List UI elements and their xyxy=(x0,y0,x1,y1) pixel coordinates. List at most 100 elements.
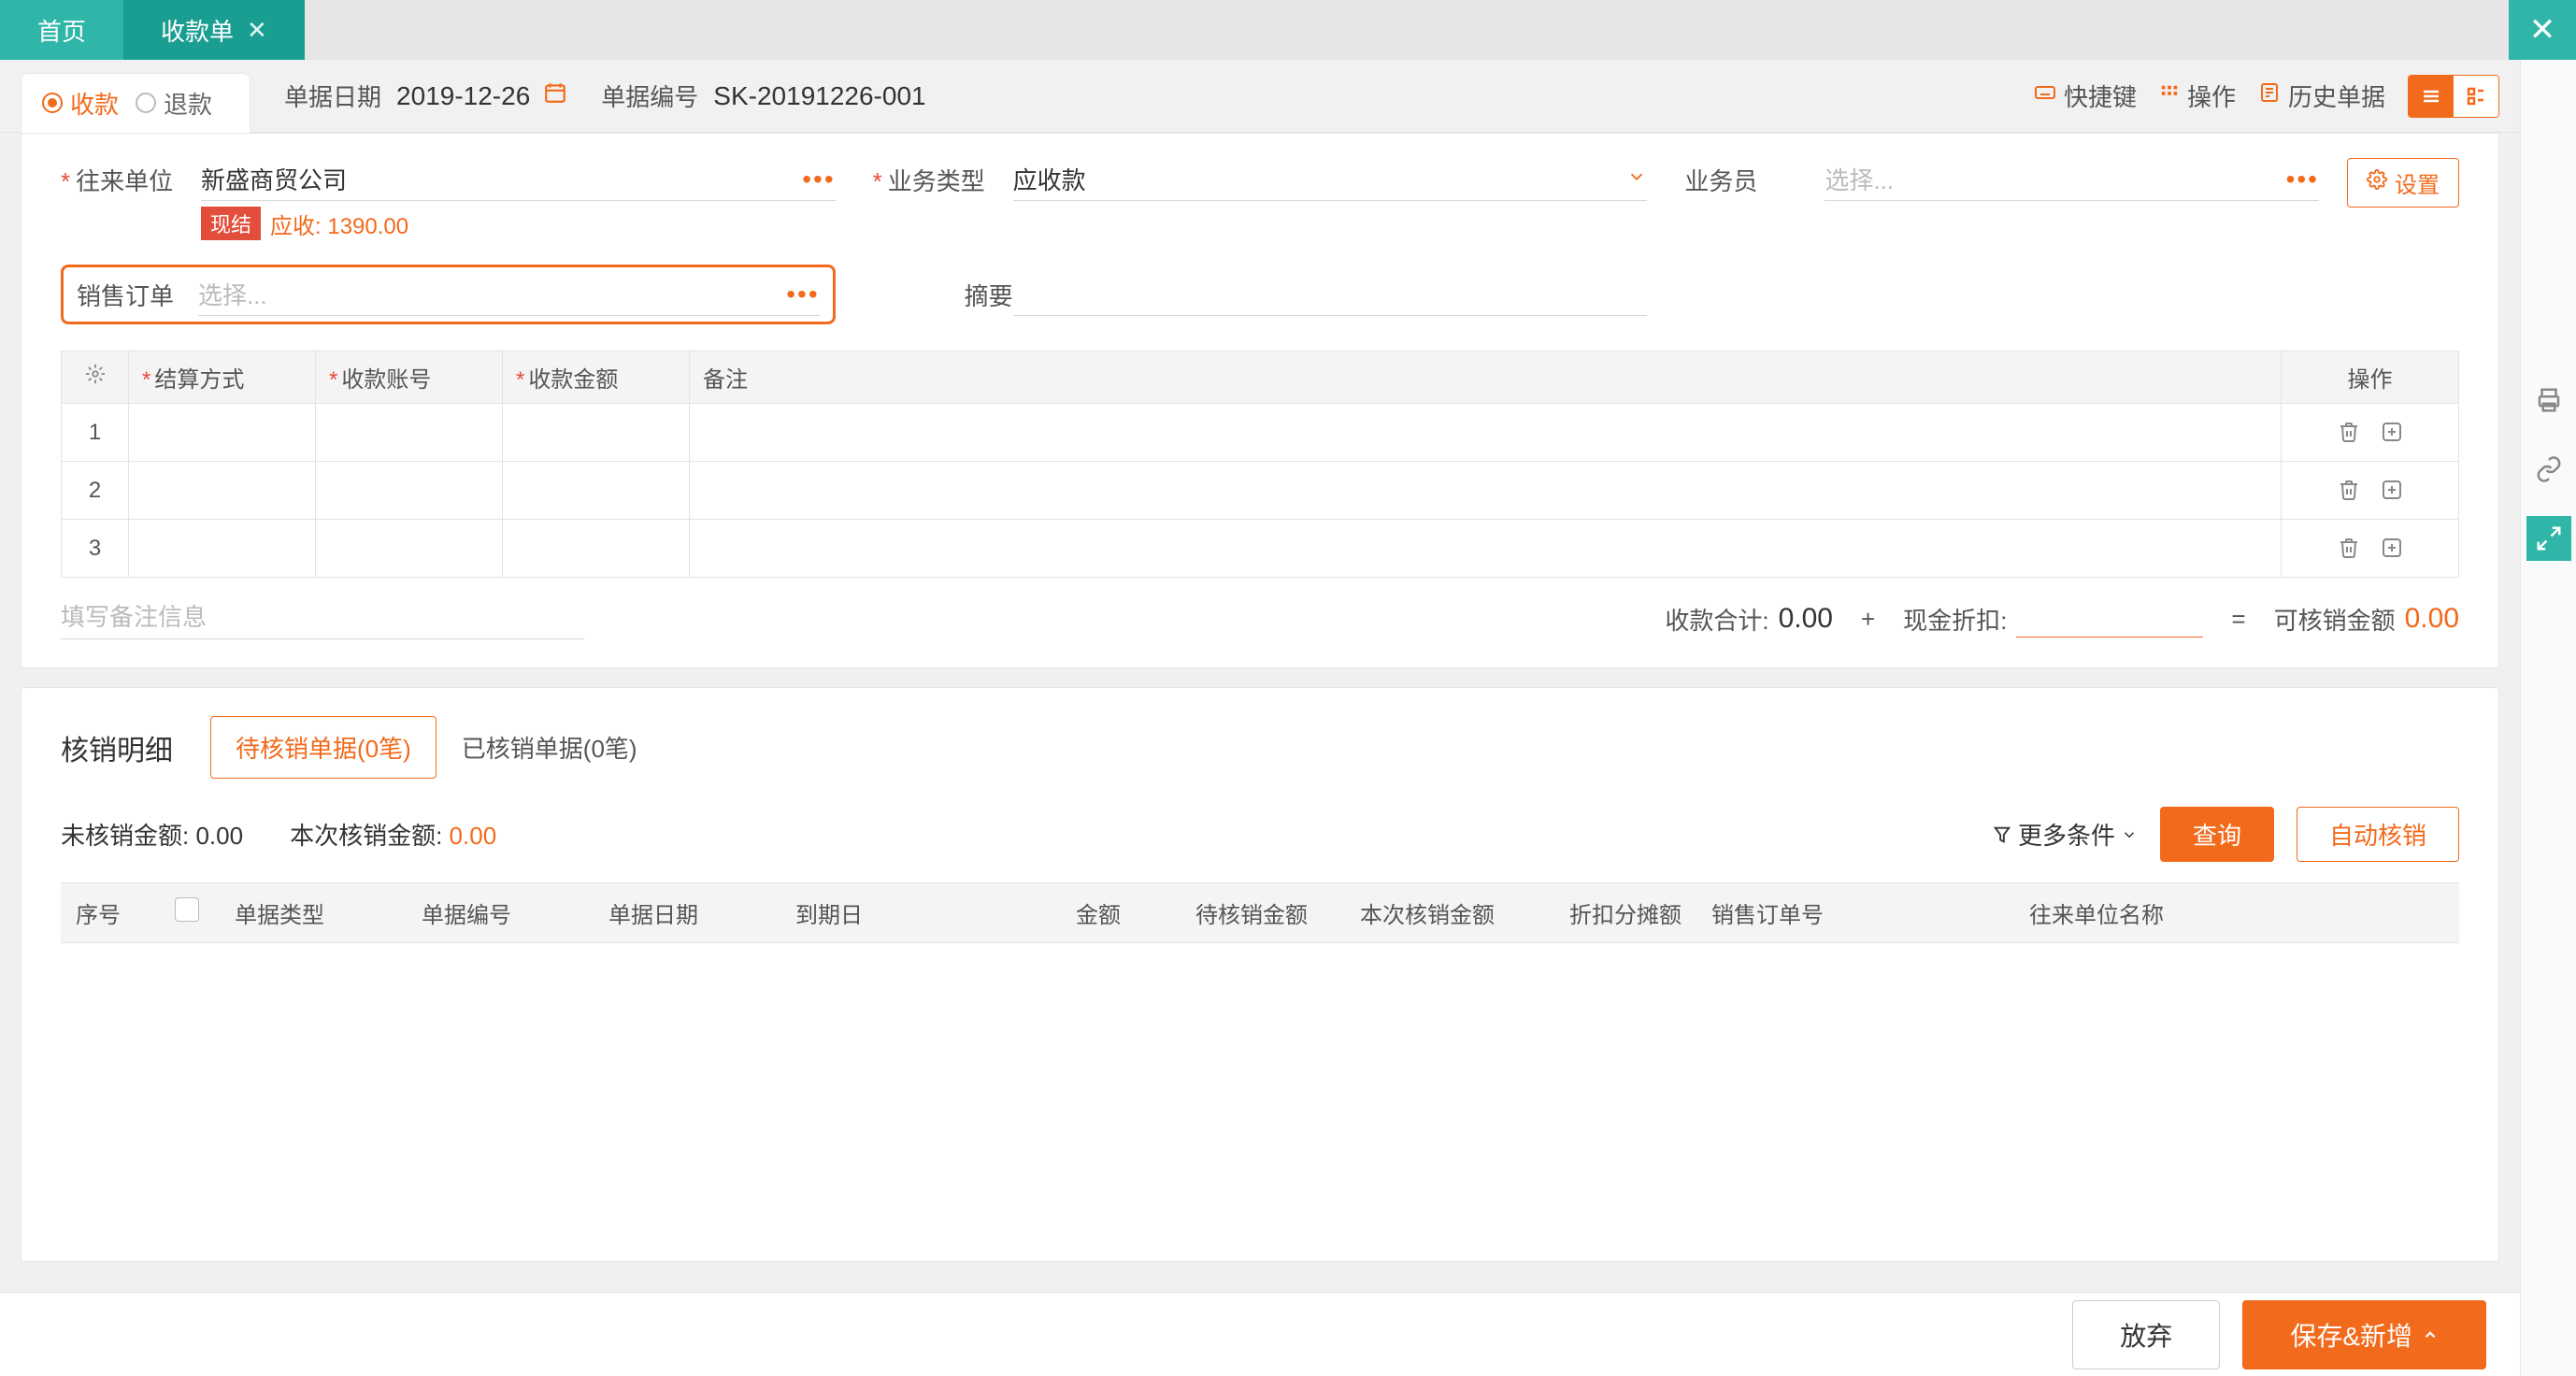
ellipsis-icon[interactable]: ••• xyxy=(786,280,819,309)
doc-date-value[interactable]: 2019-12-26 xyxy=(396,81,530,111)
radio-refund[interactable]: 退款 xyxy=(136,86,212,121)
view-card-button[interactable] xyxy=(2454,76,2498,117)
ver-tab-done[interactable]: 已核销单据(0笔) xyxy=(436,716,663,779)
col-seq[interactable]: 序号 xyxy=(61,883,154,943)
delete-row-icon[interactable] xyxy=(2333,532,2365,564)
cell-method[interactable] xyxy=(129,520,316,578)
this-verify-label: 本次核销金额: xyxy=(290,822,442,850)
col-no[interactable]: 单据编号 xyxy=(407,883,594,943)
cell-amount[interactable] xyxy=(503,520,690,578)
auto-verify-button[interactable]: 自动核销 xyxy=(2297,807,2459,862)
customer-field: 往来单位 新盛商贸公司 ••• xyxy=(61,158,836,201)
col-discount-share[interactable]: 折扣分摊额 xyxy=(1510,883,1696,943)
total-value: 0.00 xyxy=(1779,603,1833,635)
this-verify-value: 0.00 xyxy=(450,822,497,850)
right-rail xyxy=(2520,60,2576,1376)
cell-amount[interactable] xyxy=(503,462,690,520)
note-input[interactable]: 填写备注信息 xyxy=(61,598,584,639)
col-sales-order-no[interactable]: 销售订单号 xyxy=(1696,883,2014,943)
column-gear[interactable] xyxy=(62,351,129,404)
settings-button[interactable]: 设置 xyxy=(2347,158,2459,208)
history-link[interactable]: 历史单据 xyxy=(2258,79,2385,113)
ellipsis-icon[interactable]: ••• xyxy=(802,165,835,194)
row-index: 1 xyxy=(62,404,129,462)
col-checkbox[interactable] xyxy=(154,883,220,943)
query-button[interactable]: 查询 xyxy=(2160,807,2274,862)
sales-order-field-highlight: 销售订单 选择... ••• xyxy=(61,265,836,324)
expand-icon[interactable] xyxy=(2526,516,2571,561)
biz-type-select[interactable]: 应收款 xyxy=(1013,158,1648,201)
print-icon[interactable] xyxy=(2526,378,2571,423)
result-value: 0.00 xyxy=(2405,603,2459,635)
cell-account[interactable] xyxy=(316,462,503,520)
window-close-button[interactable]: ✕ xyxy=(2509,0,2576,60)
view-list-button[interactable] xyxy=(2409,76,2454,117)
cell-ops xyxy=(2282,520,2459,578)
unverified-amount: 未核销金额: 0.00 xyxy=(61,817,243,852)
view-toggle xyxy=(2408,75,2499,118)
document-header-bar: 收款 退款 单据日期 2019-12-26 单据编号 SK-20191226-0… xyxy=(0,60,2520,133)
doc-number-label: 单据编号 xyxy=(601,79,698,113)
keyboard-icon xyxy=(2034,81,2056,110)
verification-empty-body xyxy=(61,943,2459,1242)
cell-remark[interactable] xyxy=(690,462,2282,520)
sales-order-input[interactable]: 选择... ••• xyxy=(198,273,820,316)
salesman-placeholder: 选择... xyxy=(1825,162,1894,196)
biz-type-value: 应收款 xyxy=(1013,162,1086,196)
salesman-input[interactable]: 选择... ••• xyxy=(1825,158,2319,201)
col-pending[interactable]: 待核销金额 xyxy=(1136,883,1323,943)
add-row-icon[interactable] xyxy=(2376,416,2408,448)
tab-receipt[interactable]: 收款单 ✕ xyxy=(123,0,305,60)
radio-receive-label: 收款 xyxy=(70,86,119,121)
cancel-button[interactable]: 放弃 xyxy=(2072,1300,2220,1369)
summary-label: 摘要 xyxy=(873,278,1013,312)
col-amount[interactable]: 收款金额 xyxy=(503,351,690,404)
col-account[interactable]: 收款账号 xyxy=(316,351,503,404)
col-type[interactable]: 单据类型 xyxy=(220,883,407,943)
chevron-down-icon xyxy=(2121,826,2138,843)
total-label: 收款合计: xyxy=(1665,602,1768,637)
cell-remark[interactable] xyxy=(690,520,2282,578)
col-remark[interactable]: 备注 xyxy=(690,351,2282,404)
grid-row[interactable]: 1 xyxy=(62,404,2459,462)
radio-receive[interactable]: 收款 xyxy=(42,86,119,121)
cell-method[interactable] xyxy=(129,404,316,462)
col-settle-method[interactable]: 结算方式 xyxy=(129,351,316,404)
cell-account[interactable] xyxy=(316,520,503,578)
col-customer-name[interactable]: 往来单位名称 xyxy=(2014,883,2459,943)
biz-type-label: 业务类型 xyxy=(873,163,1013,197)
grid-row[interactable]: 3 xyxy=(62,520,2459,578)
col-due[interactable]: 到期日 xyxy=(780,883,1005,943)
delete-row-icon[interactable] xyxy=(2333,416,2365,448)
delete-row-icon[interactable] xyxy=(2333,474,2365,506)
operate-link[interactable]: 操作 xyxy=(2159,79,2236,113)
customer-input[interactable]: 新盛商贸公司 ••• xyxy=(201,158,836,201)
link-icon[interactable] xyxy=(2526,447,2571,492)
col-date[interactable]: 单据日期 xyxy=(594,883,780,943)
calendar-icon[interactable] xyxy=(543,80,567,111)
chevron-down-icon xyxy=(1626,166,1647,193)
cell-remark[interactable] xyxy=(690,404,2282,462)
ver-tab-pending[interactable]: 待核销单据(0笔) xyxy=(210,716,436,779)
cell-amount[interactable] xyxy=(503,404,690,462)
receipt-type-radios: 收款 退款 xyxy=(21,73,250,133)
col-this-time[interactable]: 本次核销金额 xyxy=(1323,883,1510,943)
verification-table: 序号 单据类型 单据编号 单据日期 到期日 金额 待核销金额 本次核销金额 折扣… xyxy=(61,882,2459,943)
col-amount[interactable]: 金额 xyxy=(1005,883,1136,943)
checkbox-icon[interactable] xyxy=(175,897,199,922)
ellipsis-icon[interactable]: ••• xyxy=(2286,165,2319,194)
row-index: 2 xyxy=(62,462,129,520)
discount-input[interactable] xyxy=(2016,600,2203,638)
summary-input[interactable] xyxy=(1013,273,1648,316)
more-conditions-button[interactable]: 更多条件 xyxy=(1992,817,2138,852)
close-tab-icon[interactable]: ✕ xyxy=(247,16,267,45)
save-and-new-button[interactable]: 保存&新增 xyxy=(2242,1300,2486,1369)
grid-row[interactable]: 2 xyxy=(62,462,2459,520)
add-row-icon[interactable] xyxy=(2376,474,2408,506)
shortcut-link[interactable]: 快捷键 xyxy=(2034,79,2137,113)
add-row-icon[interactable] xyxy=(2376,532,2408,564)
tab-home[interactable]: 首页 xyxy=(0,0,123,60)
cell-method[interactable] xyxy=(129,462,316,520)
cash-settle-badge: 现结 xyxy=(201,207,261,240)
cell-account[interactable] xyxy=(316,404,503,462)
